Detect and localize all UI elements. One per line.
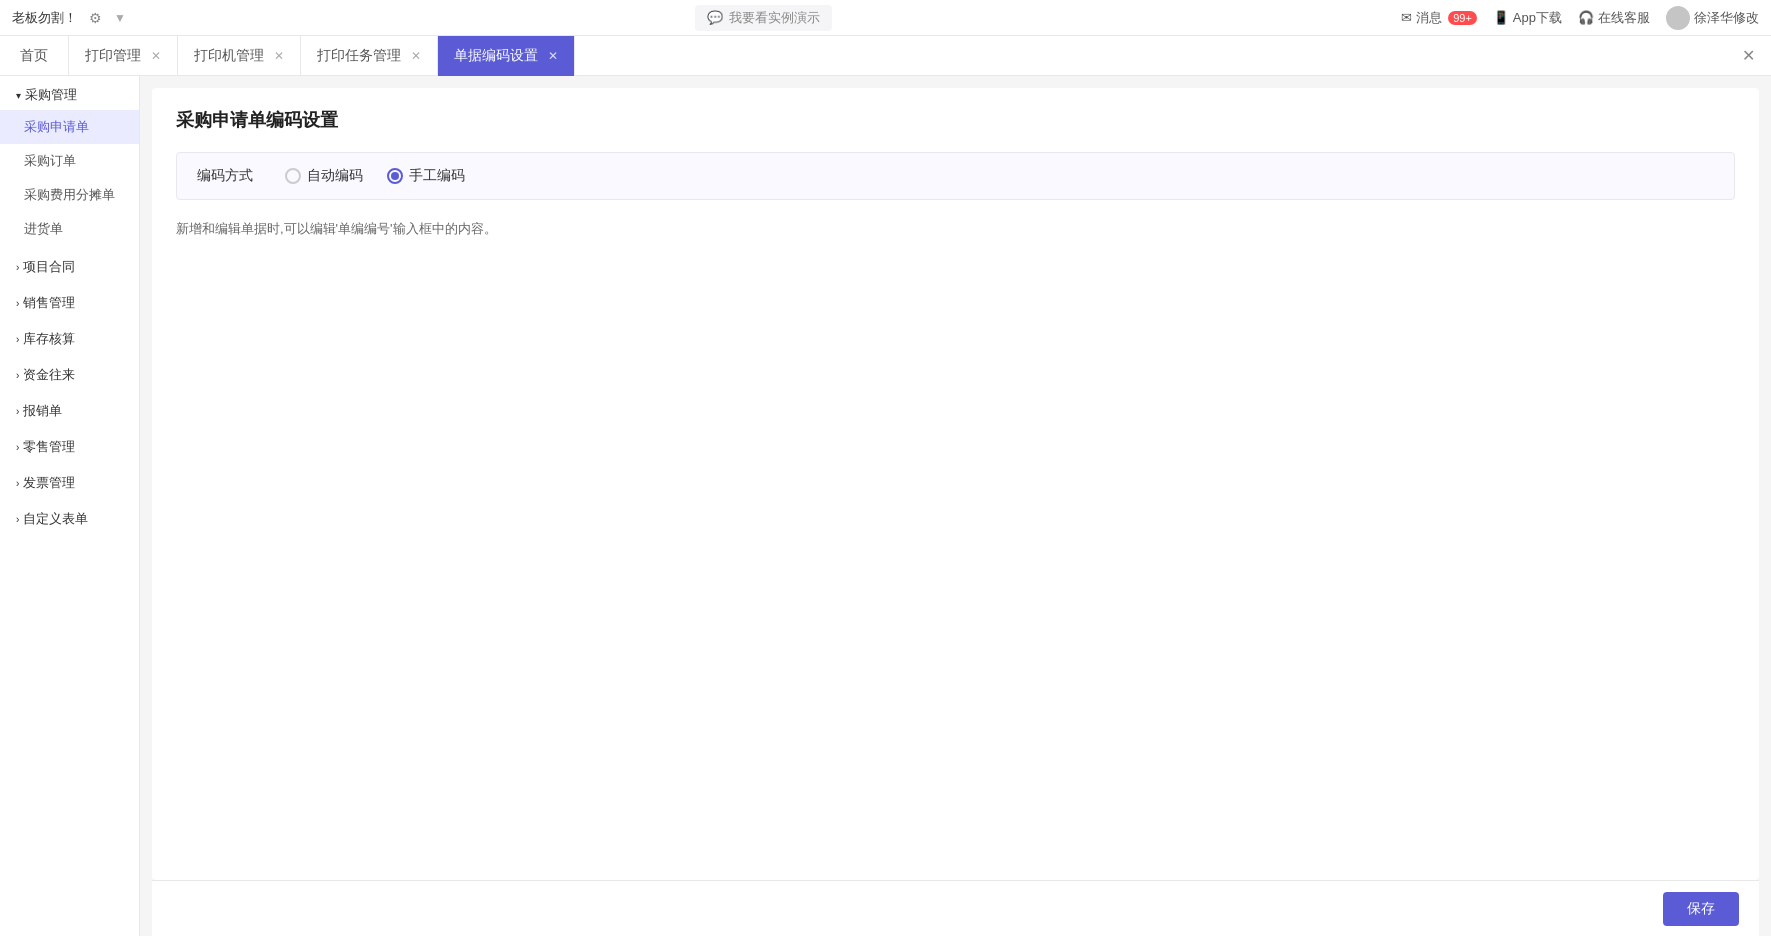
message-label: 消息 <box>1416 9 1442 27</box>
tab-print-task-label: 打印任务管理 <box>317 47 401 65</box>
chevron-right-icon: › <box>16 370 19 381</box>
radio-auto-label: 自动编码 <box>307 167 363 185</box>
sidebar-group-finance-label: 资金往来 <box>23 366 75 384</box>
tab-printer-management-close[interactable]: ✕ <box>274 49 284 63</box>
sidebar-group-finance-title[interactable]: › 资金往来 <box>0 356 139 390</box>
sidebar-group-retail-title[interactable]: › 零售管理 <box>0 428 139 462</box>
main-layout: ▾ 采购管理 采购申请单 采购订单 采购费用分摊单 进货单 › 项目合同 <box>0 76 1771 936</box>
sidebar-group-inventory-title[interactable]: › 库存核算 <box>0 320 139 354</box>
tab-printer-management[interactable]: 打印机管理 ✕ <box>178 36 301 76</box>
page-title: 采购申请单编码设置 <box>176 108 1735 132</box>
sidebar-item-goods-receipt-label: 进货单 <box>24 221 63 236</box>
sidebar-group-purchase-label: 采购管理 <box>25 86 77 104</box>
demo-icon: 💬 <box>707 10 723 25</box>
sidebar-group-custom-label: 自定义表单 <box>23 510 88 528</box>
radio-manual[interactable]: 手工编码 <box>387 167 465 185</box>
sidebar-item-purchase-order[interactable]: 采购订单 <box>0 144 139 178</box>
sidebar-item-purchase-request[interactable]: 采购申请单 <box>0 110 139 144</box>
avatar <box>1666 6 1690 30</box>
sidebar-group-sales: › 销售管理 <box>0 284 139 318</box>
sidebar-item-purchase-expense-label: 采购费用分摊单 <box>24 187 115 202</box>
sidebar-group-project-label: 项目合同 <box>23 258 75 276</box>
sidebar-group-inventory: › 库存核算 <box>0 320 139 354</box>
chevron-right-icon: › <box>16 478 19 489</box>
sidebar-group-finance: › 资金往来 <box>0 356 139 390</box>
user-name: 徐泽华修改 <box>1694 9 1759 27</box>
content-inner: 采购申请单编码设置 编码方式 自动编码 手工编码 新增和编辑单据时,可以编辑'单… <box>152 88 1759 880</box>
brand-name: 老板勿割！ <box>12 9 77 27</box>
sidebar: ▾ 采购管理 采购申请单 采购订单 采购费用分摊单 进货单 › 项目合同 <box>0 76 140 936</box>
radio-group: 自动编码 手工编码 <box>285 167 465 185</box>
tab-encoding-settings-label: 单据编码设置 <box>454 47 538 65</box>
sidebar-group-custom-title[interactable]: › 自定义表单 <box>0 500 139 534</box>
sidebar-group-project-title[interactable]: › 项目合同 <box>0 248 139 282</box>
tab-print-management-close[interactable]: ✕ <box>151 49 161 63</box>
sidebar-group-expense: › 报销单 <box>0 392 139 426</box>
sidebar-item-purchase-expense[interactable]: 采购费用分摊单 <box>0 178 139 212</box>
save-button[interactable]: 保存 <box>1663 892 1739 926</box>
radio-auto[interactable]: 自动编码 <box>285 167 363 185</box>
tab-print-task[interactable]: 打印任务管理 ✕ <box>301 36 438 76</box>
sidebar-group-retail-label: 零售管理 <box>23 438 75 456</box>
top-bar-left: 老板勿割！ ⚙ ▼ <box>12 9 126 27</box>
radio-auto-circle <box>285 168 301 184</box>
sidebar-item-goods-receipt[interactable]: 进货单 <box>0 212 139 246</box>
sidebar-item-purchase-order-label: 采购订单 <box>24 153 76 168</box>
tab-home-label: 首页 <box>20 47 48 65</box>
tab-print-task-close[interactable]: ✕ <box>411 49 421 63</box>
chevron-down-icon: ▾ <box>16 90 21 101</box>
sidebar-group-sales-label: 销售管理 <box>23 294 75 312</box>
app-icon: 📱 <box>1493 10 1509 25</box>
app-download-button[interactable]: 📱 App下载 <box>1493 9 1562 27</box>
headset-icon: 🎧 <box>1578 10 1594 25</box>
message-badge: 99+ <box>1448 11 1477 25</box>
chevron-right-icon: › <box>16 298 19 309</box>
sidebar-group-retail: › 零售管理 <box>0 428 139 462</box>
online-service-label: 在线客服 <box>1598 9 1650 27</box>
content-footer: 保存 <box>152 880 1759 936</box>
chevron-right-icon: › <box>16 514 19 525</box>
chevron-down-icon: ▼ <box>114 11 126 25</box>
settings-icon[interactable]: ⚙ <box>89 10 102 26</box>
tab-home[interactable]: 首页 <box>0 36 69 76</box>
user-profile-button[interactable]: 徐泽华修改 <box>1666 6 1759 30</box>
sidebar-group-purchase: ▾ 采购管理 采购申请单 采购订单 采购费用分摊单 进货单 <box>0 76 139 246</box>
chevron-right-icon: › <box>16 442 19 453</box>
chevron-right-icon: › <box>16 334 19 345</box>
tab-print-management[interactable]: 打印管理 ✕ <box>69 36 178 76</box>
sidebar-group-sales-title[interactable]: › 销售管理 <box>0 284 139 318</box>
radio-manual-circle <box>387 168 403 184</box>
sidebar-group-invoice-label: 发票管理 <box>23 474 75 492</box>
online-service-button[interactable]: 🎧 在线客服 <box>1578 9 1650 27</box>
sidebar-group-expense-title[interactable]: › 报销单 <box>0 392 139 426</box>
content-area: 采购申请单编码设置 编码方式 自动编码 手工编码 新增和编辑单据时,可以编辑'单… <box>140 76 1771 936</box>
tab-encoding-settings[interactable]: 单据编码设置 ✕ <box>438 36 575 76</box>
tab-bar: 首页 打印管理 ✕ 打印机管理 ✕ 打印任务管理 ✕ 单据编码设置 ✕ ✕ <box>0 36 1771 76</box>
encoding-section: 编码方式 自动编码 手工编码 <box>176 152 1735 200</box>
top-bar: 老板勿割！ ⚙ ▼ 💬 我要看实例演示 ✉ 消息 99+ 📱 App下载 🎧 在… <box>0 0 1771 36</box>
top-bar-right: ✉ 消息 99+ 📱 App下载 🎧 在线客服 徐泽华修改 <box>1401 6 1759 30</box>
chevron-right-icon: › <box>16 262 19 273</box>
sidebar-group-invoice: › 发票管理 <box>0 464 139 498</box>
demo-text: 我要看实例演示 <box>729 9 820 27</box>
tab-printer-management-label: 打印机管理 <box>194 47 264 65</box>
sidebar-group-expense-label: 报销单 <box>23 402 62 420</box>
tab-encoding-settings-close[interactable]: ✕ <box>548 49 558 63</box>
message-button[interactable]: ✉ 消息 99+ <box>1401 9 1477 27</box>
sidebar-item-purchase-request-label: 采购申请单 <box>24 119 89 134</box>
demo-banner[interactable]: 💬 我要看实例演示 <box>695 5 832 31</box>
chevron-right-icon: › <box>16 406 19 417</box>
encoding-label: 编码方式 <box>197 167 253 185</box>
sidebar-group-invoice-title[interactable]: › 发票管理 <box>0 464 139 498</box>
sidebar-group-inventory-label: 库存核算 <box>23 330 75 348</box>
sidebar-group-purchase-title[interactable]: ▾ 采购管理 <box>0 76 139 110</box>
sidebar-group-custom: › 自定义表单 <box>0 500 139 534</box>
app-download-label: App下载 <box>1513 9 1562 27</box>
message-icon: ✉ <box>1401 10 1412 25</box>
sidebar-group-project: › 项目合同 <box>0 248 139 282</box>
hint-text: 新增和编辑单据时,可以编辑'单编编号'输入框中的内容。 <box>176 220 1735 238</box>
close-all-button[interactable]: ✕ <box>1726 46 1771 65</box>
tab-print-management-label: 打印管理 <box>85 47 141 65</box>
radio-manual-label: 手工编码 <box>409 167 465 185</box>
